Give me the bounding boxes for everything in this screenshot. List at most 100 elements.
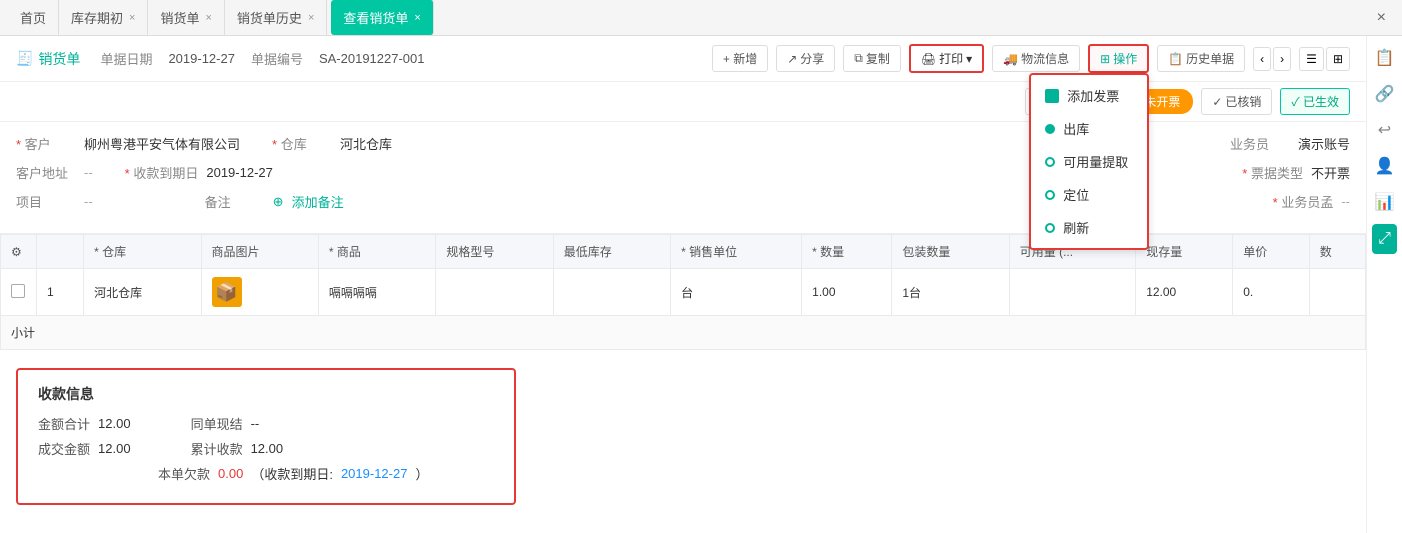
history-icon: 📋	[1168, 52, 1183, 66]
tab-inventory-init[interactable]: 库存期初 ×	[59, 0, 148, 35]
project-value: --	[84, 194, 93, 209]
due-amount-value: 0.00	[218, 466, 243, 481]
same-order-label: 同单现结	[191, 414, 243, 433]
warehouse-value: 河北仓库	[340, 134, 392, 153]
tab-bar: 首页 库存期初 × 销货单 × 销货单历史 × 查看销货单 × ×	[0, 0, 1402, 36]
payment-row-1: 金额合计 12.00 同单现结 --	[38, 414, 494, 433]
quantity-extract-item[interactable]: 可用量提取	[1031, 145, 1147, 178]
doc-meta: 单据日期 2019-12-27 单据编号 SA-20191227-001	[100, 49, 424, 68]
print-dropdown-icon: ▾	[966, 52, 972, 66]
sales-staff-label: 业务员孟	[1273, 192, 1334, 211]
sidebar-notes-icon[interactable]: 📋	[1371, 44, 1399, 72]
due-note: （收款到期日:	[251, 464, 333, 483]
add-invoice-label: 添加发票	[1067, 86, 1119, 105]
row-checkbox[interactable]	[1, 269, 37, 316]
tab-view-sales-close[interactable]: ×	[414, 12, 420, 24]
col-settings[interactable]: ⚙	[1, 235, 37, 269]
copy-button[interactable]: ⧉ 复制	[843, 45, 901, 72]
subtotal-label-cell: 小计	[1, 316, 1366, 350]
operations-grid-icon: ⊞	[1100, 52, 1110, 66]
amount-total-value: 12.00	[98, 416, 131, 431]
add-note-icon[interactable]: ⊕	[273, 194, 284, 210]
next-button[interactable]: ›	[1273, 47, 1291, 71]
col-spec: 规格型号	[436, 235, 553, 269]
sales-staff-field: 业务员孟 --	[1273, 192, 1350, 211]
effective-check-icon: ✓	[1291, 95, 1299, 109]
transaction-value: 12.00	[98, 441, 131, 456]
add-note-label[interactable]: 添加备注	[292, 192, 344, 211]
doc-header: 🧾 销货单 单据日期 2019-12-27 单据编号 SA-20191227-0…	[0, 36, 1366, 82]
form-row-1: 客户 柳州粤港平安气体有限公司 仓库 河北仓库 业务员 演示账号	[16, 134, 1350, 153]
tab-inventory-close[interactable]: ×	[129, 12, 135, 24]
tab-history-close[interactable]: ×	[308, 12, 314, 24]
warehouse-field: 仓库 河北仓库	[272, 134, 392, 153]
staff-value: 演示账号	[1298, 134, 1350, 153]
out-storage-icon	[1045, 124, 1055, 134]
doc-type-label: 销货单	[38, 49, 80, 69]
due-amount-label: 本单欠款	[158, 464, 210, 483]
history-records-button[interactable]: 📋 历史单据	[1157, 45, 1245, 72]
operations-button[interactable]: ⊞ 操作	[1088, 44, 1149, 73]
form-row-3: 项目 -- 备注 ⊕ 添加备注 业务员孟 --	[16, 192, 1350, 211]
warehouse-label: 仓库	[272, 134, 332, 153]
project-label: 项目	[16, 192, 76, 211]
prev-button[interactable]: ‹	[1253, 47, 1271, 71]
tab-sales-history[interactable]: 销货单历史 ×	[225, 0, 327, 35]
tab-sales-order[interactable]: 销货单 ×	[148, 0, 224, 35]
print-button[interactable]: 🖨 打印 ▾	[909, 44, 984, 73]
cumulative-field: 累计收款 12.00	[191, 439, 284, 458]
sales-staff-value: --	[1341, 194, 1350, 209]
table-container: ⚙ * 仓库 商品图片 * 商品 规格型号 最低库存 * 销售单位 * 数量 包…	[0, 234, 1366, 350]
window-close-button[interactable]: ×	[1369, 9, 1394, 27]
sidebar-link-icon[interactable]: 🔗	[1371, 80, 1399, 108]
add-invoice-item[interactable]: 添加发票	[1031, 79, 1147, 112]
out-storage-item[interactable]: 出库	[1031, 112, 1147, 145]
col-more: 数	[1309, 235, 1365, 269]
staff-label: 业务员	[1230, 134, 1290, 153]
col-warehouse: * 仓库	[84, 235, 201, 269]
not-opened-label: 未开票	[1144, 93, 1180, 110]
grid-view-button[interactable]: ⊞	[1326, 47, 1350, 71]
print-label: 打印	[939, 50, 963, 67]
locate-item[interactable]: 定位	[1031, 178, 1147, 211]
confirm-label: 已核销	[1225, 93, 1261, 110]
effective-label: 已生效	[1303, 95, 1339, 109]
col-min-stock: 最低库存	[553, 235, 670, 269]
tab-view-sales[interactable]: 查看销货单 ×	[331, 0, 433, 35]
share-button[interactable]: ↗ 分享	[776, 45, 835, 72]
copy-label: 复制	[866, 50, 890, 67]
sidebar-user-icon[interactable]: 👤	[1371, 152, 1399, 180]
sidebar-chart-icon[interactable]: 📊	[1371, 188, 1399, 216]
share-label: 分享	[800, 50, 824, 67]
sidebar-expand-icon[interactable]: ⤢	[1372, 224, 1397, 254]
row-warehouse-cell: 河北仓库	[84, 269, 201, 316]
number-value: SA-20191227-001	[319, 51, 425, 66]
add-invoice-icon	[1045, 89, 1059, 103]
nav-arrows: ‹ ›	[1253, 47, 1291, 71]
confirm-button[interactable]: ✓ 已核销	[1201, 88, 1272, 115]
logistics-button[interactable]: 🚚 物流信息	[992, 45, 1080, 72]
doc-actions: + 新增 ↗ 分享 ⧉ 复制 🖨 打印 ▾ 🚚 物流信息 ⊞	[712, 44, 1350, 73]
due-date-ref: 2019-12-27	[341, 466, 408, 481]
effective-button[interactable]: ✓ 已生效	[1280, 88, 1350, 115]
refresh-item[interactable]: 刷新	[1031, 211, 1147, 244]
form-row-2: 客户地址 -- 收款到期日 2019-12-27 票据类型 不开票	[16, 163, 1350, 182]
tab-sales-close[interactable]: ×	[205, 12, 211, 24]
sidebar-return-icon[interactable]: ↩	[1374, 116, 1395, 144]
list-view-button[interactable]: ☰	[1299, 47, 1324, 71]
row-check-icon[interactable]	[11, 284, 25, 298]
row-more-cell	[1309, 269, 1365, 316]
due-amount-field: 本单欠款 0.00 （收款到期日: 2019-12-27 ）	[158, 464, 428, 483]
ticket-type-field: 票据类型 不开票	[1242, 163, 1350, 182]
refresh-icon	[1045, 223, 1055, 233]
row-available-cell	[1009, 269, 1135, 316]
new-button[interactable]: + 新增	[712, 45, 768, 72]
out-storage-label: 出库	[1063, 119, 1089, 138]
payment-row-2: 成交金额 12.00 累计收款 12.00	[38, 439, 494, 458]
view-icons: ☰ ⊞	[1299, 47, 1350, 71]
payment-row-3: 本单欠款 0.00 （收款到期日: 2019-12-27 ）	[38, 464, 494, 483]
subtotal-row: 小计	[1, 316, 1366, 350]
col-sales-unit: * 销售单位	[671, 235, 802, 269]
payment-title: 收款信息	[38, 384, 494, 404]
tab-home[interactable]: 首页	[8, 0, 59, 35]
